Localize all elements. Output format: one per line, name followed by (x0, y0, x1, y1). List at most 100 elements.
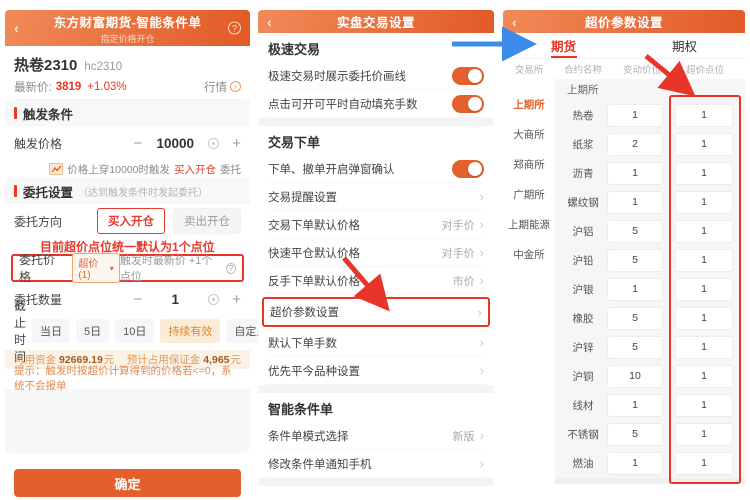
direction-row: 委托方向 买入开仓 卖出开仓 (14, 204, 241, 238)
trigger-price-label: 触发价格 (14, 136, 63, 151)
quote-label: 行情 (204, 81, 227, 94)
tick-input[interactable]: 10 (607, 365, 663, 388)
chevron-right-icon: › (479, 273, 484, 288)
back-icon[interactable]: ‹ (267, 15, 272, 29)
empty-area (5, 389, 250, 453)
overprice-input[interactable]: 1 (675, 307, 733, 330)
question-icon[interactable]: ? (225, 262, 236, 274)
row-default-price[interactable]: 交易下单默认价格 对手价 › (268, 211, 484, 239)
sidebar-item-shfe[interactable]: 上期所 (503, 89, 555, 119)
overprice-input[interactable]: 1 (675, 336, 733, 359)
step-unit-icon[interactable] (208, 137, 220, 149)
deadline-option-10d[interactable]: 10日 (115, 319, 155, 343)
overprice-input[interactable]: 1 (675, 249, 733, 272)
toggle-autofill[interactable] (452, 94, 484, 113)
sidebar-item-ine[interactable]: 上期能源 (503, 209, 555, 239)
quote-arrow-icon: › (230, 81, 241, 92)
row-close-today[interactable]: 优先平今品种设置 › (268, 357, 484, 385)
overprice-input[interactable]: 1 (675, 394, 733, 417)
smart-section-title: 智能条件单 (268, 402, 334, 417)
direction-label: 委托方向 (14, 214, 63, 229)
row-quick-close-price[interactable]: 快速平仓默认价格 对手价 › (268, 239, 484, 267)
toggle-row-popup-confirm: 下单、撤单开启弹窗确认 (268, 155, 484, 183)
row-default-lots[interactable]: 默认下单手数 › (268, 329, 484, 357)
tick-input[interactable]: 1 (607, 278, 663, 301)
tick-input[interactable]: 5 (607, 220, 663, 243)
sidebar-item-czce[interactable]: 郑商所 (503, 149, 555, 179)
tick-input[interactable]: 5 (607, 249, 663, 272)
overprice-input[interactable]: 1 (675, 220, 733, 243)
tick-input[interactable]: 1 (607, 452, 663, 475)
step-unit-icon[interactable] (208, 293, 220, 305)
row-value: 新版 (452, 430, 475, 443)
section-divider (258, 478, 494, 486)
tick-input[interactable]: 1 (607, 162, 663, 185)
tick-input[interactable]: 1 (607, 394, 663, 417)
price-change: +1.03% (87, 80, 127, 93)
chevron-right-icon: › (479, 363, 484, 378)
overprice-input[interactable]: 1 (675, 162, 733, 185)
overprice-input[interactable]: 1 (675, 423, 733, 446)
contract-name: 线材 (572, 400, 594, 412)
row-notify-phone[interactable]: 修改条件单通知手机 › (268, 450, 484, 478)
quantity-value[interactable]: 1 (155, 292, 195, 307)
tab-futures[interactable]: 期货 (503, 33, 624, 58)
contract-name: 不锈钢 (567, 429, 599, 441)
sidebar-item-gfex[interactable]: 广期所 (503, 179, 555, 209)
chart-line-icon (49, 163, 64, 175)
row-overprice-params-highlighted[interactable]: 超价参数设置 › (262, 297, 490, 327)
row-mode-select[interactable]: 条件单模式选择 新版 › (268, 422, 484, 450)
table-row: 燃油 1 1 (559, 449, 741, 478)
row-trade-alert[interactable]: 交易提醒设置 › (268, 183, 484, 211)
tick-input[interactable]: 1 (607, 191, 663, 214)
deadline-option-today[interactable]: 当日 (32, 319, 71, 343)
quote-link[interactable]: 行情 › (204, 79, 241, 95)
column-contract: 合约名称 (563, 65, 602, 76)
overprice-input[interactable]: 1 (675, 365, 733, 388)
tick-input[interactable]: 2 (607, 133, 663, 156)
conditional-order-panel: ‹ 东方财富期货-智能条件单 指定价格开仓 ? 热卷2310 hc2310 最新… (5, 10, 276, 497)
toggle-popup-confirm[interactable] (452, 159, 484, 178)
back-icon[interactable]: ‹ (14, 21, 19, 35)
chevron-right-icon: › (477, 304, 482, 320)
table-row: 沪铅 5 1 (559, 246, 741, 275)
buy-open-button[interactable]: 买入开仓 (97, 208, 165, 234)
plus-button[interactable]: + (232, 292, 241, 307)
tab-options[interactable]: 期权 (624, 33, 745, 58)
toggle-draw-line[interactable] (452, 66, 484, 85)
sell-open-button[interactable]: 卖出开仓 (173, 208, 241, 234)
help-icon[interactable]: ? (228, 21, 241, 35)
overprice-input[interactable]: 1 (675, 278, 733, 301)
order-section-title: 交易下单 (268, 135, 321, 150)
tick-input[interactable]: 5 (607, 307, 663, 330)
row-reverse-price[interactable]: 反手下单默认价格 市价 › (268, 267, 484, 295)
toggle-row-label: 下单、撤单开启弹窗确认 (268, 163, 395, 176)
plus-button[interactable]: + (232, 136, 241, 151)
tick-input[interactable]: 1 (607, 104, 663, 127)
price-mode-pill[interactable]: 超价(1) ▾ (72, 253, 120, 283)
trigger-price-value[interactable]: 10000 (155, 136, 195, 151)
table-row: 热卷 1 1 (559, 101, 741, 130)
row-value: 市价 (452, 275, 475, 288)
overprice-input[interactable]: 1 (675, 104, 733, 127)
overprice-input[interactable]: 1 (675, 452, 733, 475)
sidebar-item-dce[interactable]: 大商所 (503, 119, 555, 149)
contract-name: 热卷 (572, 110, 594, 122)
overprice-input[interactable]: 1 (675, 133, 733, 156)
params-table: 上期所 热卷 1 1 纸浆 2 1 沥青 1 1 螺纹钢 1 1 沪铝 5 1 … (555, 79, 745, 484)
deadline-option-5d[interactable]: 5日 (76, 319, 110, 343)
page-subtitle: 指定价格开仓 (100, 33, 155, 44)
row-label: 默认下单手数 (268, 337, 337, 350)
overprice-input[interactable]: 1 (675, 191, 733, 214)
table-row: 线材 1 1 (559, 391, 741, 420)
back-icon[interactable]: ‹ (512, 15, 517, 29)
column-exchange: 交易所 (514, 65, 544, 76)
minus-button[interactable]: − (133, 136, 142, 151)
chevron-right-icon: › (479, 335, 484, 350)
tick-input[interactable]: 5 (607, 423, 663, 446)
sidebar-item-cffex[interactable]: 中金所 (503, 239, 555, 269)
confirm-button[interactable]: 确定 (14, 469, 241, 497)
minus-button[interactable]: − (133, 292, 142, 307)
deadline-option-persistent[interactable]: 持续有效 (160, 319, 221, 343)
tick-input[interactable]: 5 (607, 336, 663, 359)
